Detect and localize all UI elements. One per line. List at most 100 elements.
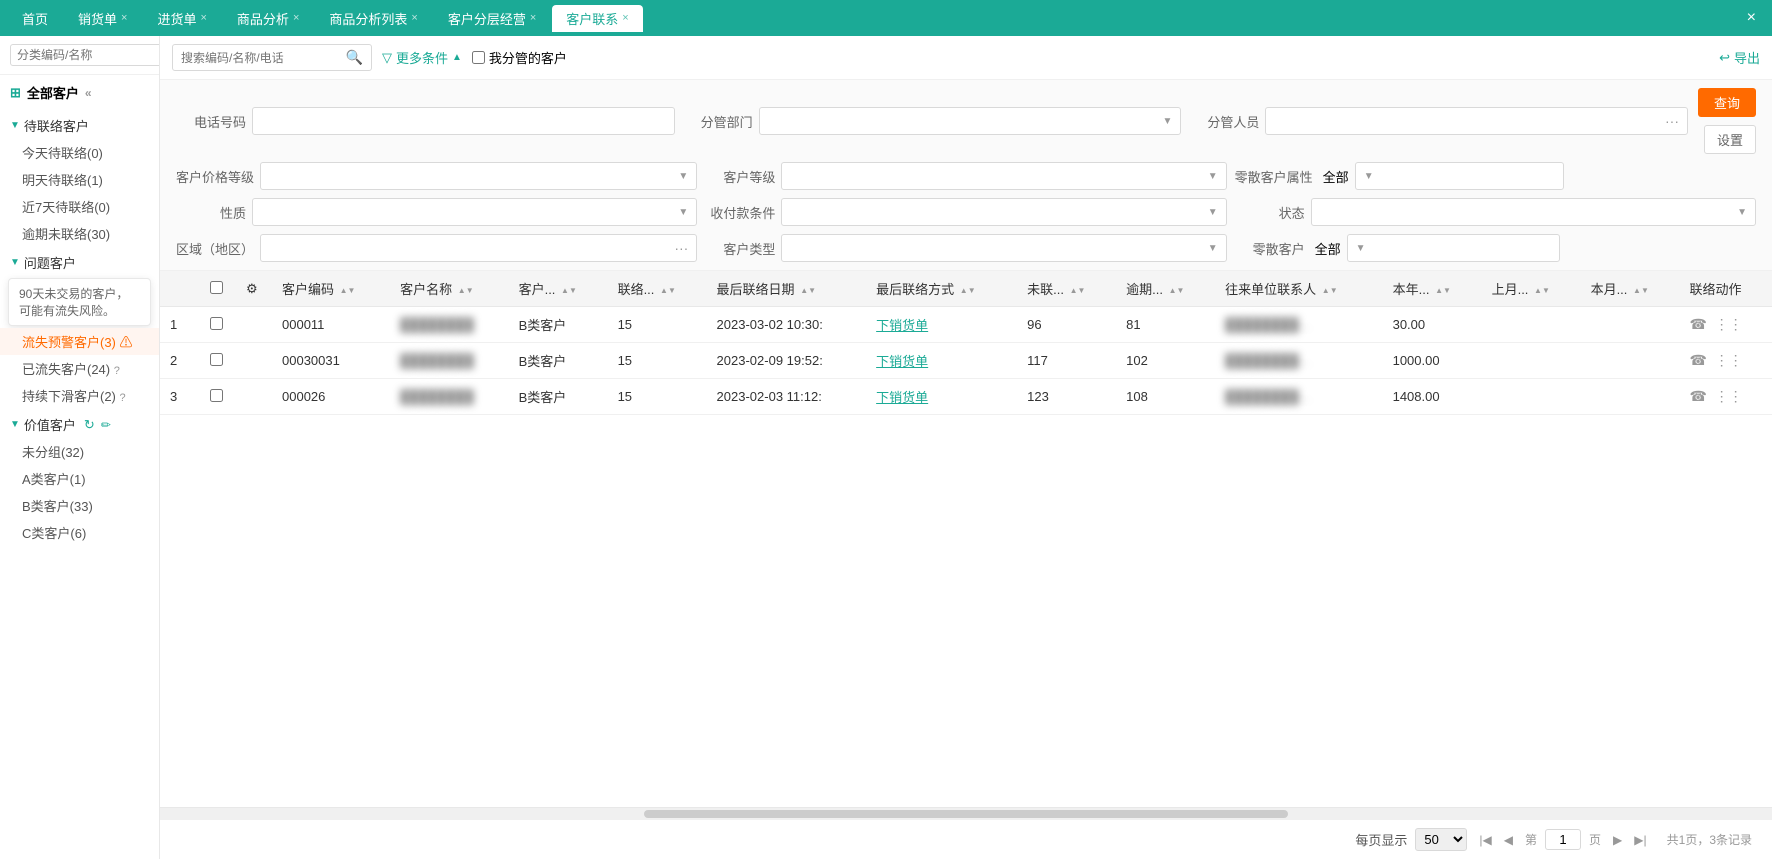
tab-analysis-list-close[interactable]: × [411, 12, 417, 24]
more-action-icon[interactable]: ⋮⋮ [1715, 388, 1743, 404]
th-this-year-sort-icon[interactable]: ▲▼ [1435, 286, 1451, 295]
next-page-icon[interactable]: ▶ [1609, 831, 1626, 849]
cell-action[interactable]: ☎ ⋮⋮ [1680, 379, 1772, 415]
last-way-link[interactable]: 下销货单 [876, 318, 928, 333]
filter-select-customer-type[interactable]: ▼ [781, 234, 1226, 262]
prev-page-icon[interactable]: ◀ [1500, 831, 1517, 849]
page-input[interactable] [1545, 829, 1581, 850]
more-action-icon[interactable]: ⋮⋮ [1715, 316, 1743, 332]
value-refresh-icon[interactable]: ↻ [84, 417, 95, 433]
my-customers-filter[interactable]: 我分管的客户 [472, 48, 567, 67]
sidebar-search-input[interactable] [10, 44, 160, 66]
sidebar-section-problem-title[interactable]: ▼ 问题客户 [0, 247, 159, 276]
tab-purchase-close[interactable]: × [200, 12, 206, 24]
sidebar-all-customers[interactable]: ⊞ 全部客户 « [0, 75, 159, 110]
search-button[interactable]: 查询 [1698, 88, 1756, 117]
th-contact-sort-icon[interactable]: ▲▼ [660, 286, 676, 295]
th-overdue-sort-icon[interactable]: ▲▼ [1169, 286, 1185, 295]
select-all-checkbox[interactable] [210, 281, 223, 294]
th-last-date-sort-icon[interactable]: ▲▼ [800, 286, 816, 295]
my-customers-checkbox[interactable] [472, 51, 485, 64]
tab-purchase[interactable]: 进货单 × [143, 5, 220, 32]
sidebar-item-churn-warning[interactable]: 流失预警客户(3) ⚠ [0, 328, 159, 355]
cell-last-way[interactable]: 下销货单 [866, 343, 1017, 379]
tab-analysis[interactable]: 商品分析 × [223, 5, 313, 32]
cell-last-way[interactable]: 下销货单 [866, 307, 1017, 343]
scrollbar-thumb[interactable] [644, 810, 1289, 818]
filter-select-retail[interactable]: ▼ [1347, 234, 1561, 262]
sidebar-item-b-class[interactable]: B类客户(33) [0, 492, 159, 519]
th-gear[interactable]: ⚙ [236, 271, 272, 307]
tab-customer-contact[interactable]: 客户联系 × [552, 5, 642, 32]
close-all-button[interactable]: × [1739, 9, 1764, 27]
filter-select-grade[interactable]: ▼ [781, 162, 1226, 190]
filter-select-payment[interactable]: ▼ [781, 198, 1226, 226]
filter-select-price-grade[interactable]: ▼ [260, 162, 697, 190]
row-checkbox[interactable] [210, 353, 223, 366]
contact-action-icon[interactable]: ☎ [1690, 316, 1707, 332]
cell-last-way[interactable]: 下销货单 [866, 379, 1017, 415]
filter-input-phone[interactable] [252, 107, 675, 135]
sidebar-section-value-title[interactable]: ▼ 价值客户 ↻ ✏ [0, 409, 159, 438]
gear-icon[interactable]: ⚙ [246, 281, 258, 296]
sidebar-item-overdue[interactable]: 逾期未联络(30) [0, 220, 159, 247]
th-this-month-sort-icon[interactable]: ▲▼ [1633, 286, 1649, 295]
sidebar-item-churned[interactable]: 已流失客户(24) ? [0, 355, 159, 382]
sidebar-item-tomorrow[interactable]: 明天待联络(1) [0, 166, 159, 193]
filter-search-icon[interactable]: 🔍 [346, 49, 363, 66]
tab-analysis-list[interactable]: 商品分析列表 × [315, 5, 431, 32]
cell-checkbox[interactable] [200, 379, 236, 415]
tab-customer-tier[interactable]: 客户分层经营 × [434, 5, 550, 32]
first-page-icon[interactable]: |◀ [1475, 831, 1495, 849]
collapse-icon[interactable]: « [85, 86, 92, 100]
tab-analysis-close[interactable]: × [293, 12, 299, 24]
filter-select-dept[interactable]: ▼ [759, 107, 1182, 135]
th-type-sort-icon[interactable]: ▲▼ [561, 286, 577, 295]
th-last-way-sort-icon[interactable]: ▲▼ [960, 286, 976, 295]
last-page-icon[interactable]: ▶| [1630, 831, 1650, 849]
contact-action-icon[interactable]: ☎ [1690, 388, 1707, 404]
cell-action[interactable]: ☎ ⋮⋮ [1680, 307, 1772, 343]
sidebar-item-a-class[interactable]: A类客户(1) [0, 465, 159, 492]
tab-sales-close[interactable]: × [121, 12, 127, 24]
filter-select-status[interactable]: ▼ [1311, 198, 1756, 226]
cell-checkbox[interactable] [200, 307, 236, 343]
sidebar-item-ungrouped[interactable]: 未分组(32) [0, 438, 159, 465]
th-company-contact-sort-icon[interactable]: ▲▼ [1322, 286, 1338, 295]
settings-button[interactable]: 设置 [1704, 125, 1756, 154]
last-way-link[interactable]: 下销货单 [876, 390, 928, 405]
tab-customer-tier-close[interactable]: × [530, 12, 536, 24]
filter-search-box[interactable]: 🔍 [172, 44, 372, 71]
th-last-month-sort-icon[interactable]: ▲▼ [1534, 286, 1550, 295]
filter-manager-dots-icon[interactable]: ··· [1665, 113, 1679, 129]
row-checkbox[interactable] [210, 389, 223, 402]
sidebar-item-today[interactable]: 今天待联络(0) [0, 139, 159, 166]
th-name-sort-icon[interactable]: ▲▼ [458, 286, 474, 295]
filter-select-retail-attr[interactable]: ▼ [1355, 162, 1565, 190]
sidebar-item-declining[interactable]: 持续下滑客户(2) ? [0, 382, 159, 409]
sidebar-section-pending-title[interactable]: ▼ 待联络客户 [0, 110, 159, 139]
horizontal-scrollbar[interactable] [160, 807, 1772, 819]
value-edit-icon[interactable]: ✏ [101, 418, 111, 432]
export-button[interactable]: ↩ 导出 [1719, 48, 1760, 67]
sidebar-item-7days[interactable]: 近7天待联络(0) [0, 193, 159, 220]
per-page-select[interactable]: 50 20 100 [1415, 828, 1467, 851]
cell-checkbox[interactable] [200, 343, 236, 379]
filter-select-manager[interactable]: ··· [1265, 107, 1688, 135]
filter-search-input[interactable] [181, 51, 340, 65]
tab-customer-contact-close[interactable]: × [622, 12, 628, 24]
th-code-sort-icon[interactable]: ▲▼ [340, 286, 356, 295]
last-way-link[interactable]: 下销货单 [876, 354, 928, 369]
filter-select-region[interactable]: ··· [260, 234, 697, 262]
filter-region-dots-icon[interactable]: ··· [674, 240, 688, 256]
sidebar-item-c-class[interactable]: C类客户(6) [0, 519, 159, 546]
tab-home[interactable]: 首页 [8, 5, 62, 32]
more-action-icon[interactable]: ⋮⋮ [1715, 352, 1743, 368]
contact-action-icon[interactable]: ☎ [1690, 352, 1707, 368]
filter-select-nature[interactable]: ▼ [252, 198, 697, 226]
cell-action[interactable]: ☎ ⋮⋮ [1680, 343, 1772, 379]
filter-more-button[interactable]: ▽ 更多条件 ▲ [382, 48, 462, 67]
tab-sales[interactable]: 销货单 × [64, 5, 141, 32]
row-checkbox[interactable] [210, 317, 223, 330]
th-not-linked-sort-icon[interactable]: ▲▼ [1070, 286, 1086, 295]
